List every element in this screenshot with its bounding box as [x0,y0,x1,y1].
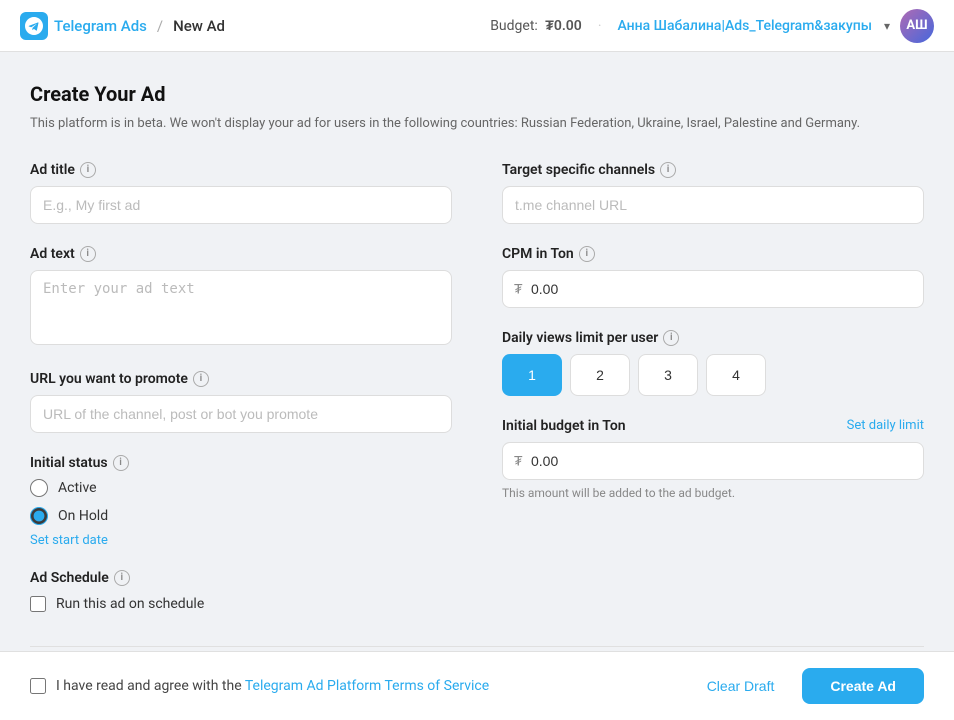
ad-text-info-icon[interactable]: i [80,246,96,262]
views-btn-4[interactable]: 4 [706,354,766,396]
initial-budget-label: Initial budget in Ton [502,418,626,434]
target-channels-info-icon[interactable]: i [660,162,676,178]
form-right-column: Target specific channels i CPM in Ton i … [502,162,924,636]
ad-schedule-group: Ad Schedule i Run this ad on schedule [30,570,452,612]
initial-budget-prefix-icon: ₮ [514,452,523,469]
cpm-input[interactable] [502,270,924,308]
user-name[interactable]: Анна Шабалина|Ads_Telegram&закупы [617,18,871,34]
target-channels-label: Target specific channels i [502,162,924,178]
form-divider [30,646,924,647]
ad-text-label: Ad text i [30,246,452,262]
status-active-item[interactable]: Active [30,479,452,497]
page-subtitle: This platform is in beta. We won't displ… [30,114,924,134]
daily-views-info-icon[interactable]: i [663,330,679,346]
cpm-input-wrapper: ₮ [502,270,924,308]
set-daily-limit-link[interactable]: Set daily limit [847,418,924,433]
schedule-label: Ad Schedule i [30,570,452,586]
cpm-group: CPM in Ton i ₮ [502,246,924,308]
footer-left: I have read and agree with the Telegram … [30,678,489,694]
ad-title-group: Ad title i [30,162,452,224]
tos-checkbox[interactable] [30,678,46,694]
initial-status-group: Initial status i Active On Hold Set star… [30,455,452,548]
status-active-radio[interactable] [30,479,48,497]
tos-link[interactable]: Telegram Ad Platform Terms of Service [245,678,489,694]
daily-views-group: Daily views limit per user i 1 2 3 4 [502,330,924,396]
ad-text-textarea[interactable] [30,270,452,345]
url-group: URL you want to promote i [30,371,452,433]
initial-budget-input-wrapper: ₮ [502,442,924,480]
views-btn-2[interactable]: 2 [570,354,630,396]
views-btn-1[interactable]: 1 [502,354,562,396]
ad-title-info-icon[interactable]: i [80,162,96,178]
target-channels-input[interactable] [502,186,924,224]
header-right: Budget: ₮0.00 · Анна Шабалина|Ads_Telegr… [490,9,934,43]
views-btn-3[interactable]: 3 [638,354,698,396]
budget-amount: ₮0.00 [545,18,582,34]
header-left: Telegram Ads / New Ad [20,12,225,40]
schedule-checkbox-item[interactable]: Run this ad on schedule [30,596,452,612]
url-input[interactable] [30,395,452,433]
footer-right: Clear Draft Create Ad [691,668,924,704]
main-content: Create Your Ad This platform is in beta.… [0,52,954,697]
cpm-info-icon[interactable]: i [579,246,595,262]
status-onhold-item[interactable]: On Hold [30,507,452,525]
cpm-label: CPM in Ton i [502,246,924,262]
initial-status-info-icon[interactable]: i [113,455,129,471]
initial-budget-group: Initial budget in Ton Set daily limit ₮ … [502,418,924,500]
budget-hint: This amount will be added to the ad budg… [502,486,924,500]
ad-title-input[interactable] [30,186,452,224]
schedule-checkbox[interactable] [30,596,46,612]
initial-status-label: Initial status i [30,455,452,471]
target-channels-group: Target specific channels i [502,162,924,224]
url-label: URL you want to promote i [30,371,452,387]
set-start-date-link[interactable]: Set start date [30,533,108,548]
avatar[interactable]: АШ [900,9,934,43]
schedule-checkbox-label: Run this ad on schedule [56,596,204,612]
cpm-prefix-icon: ₮ [514,280,523,297]
breadcrumb-ads-link[interactable]: Telegram Ads [54,17,147,35]
budget-label-row: Initial budget in Ton Set daily limit [502,418,924,434]
status-onhold-label: On Hold [58,508,108,524]
tos-text: I have read and agree with the Telegram … [56,678,489,694]
ad-title-label: Ad title i [30,162,452,178]
page-title: Create Your Ad [30,82,924,106]
form-left-column: Ad title i Ad text i URL you want to pro… [30,162,452,636]
daily-views-label: Daily views limit per user i [502,330,924,346]
chevron-down-icon[interactable]: ▾ [884,19,890,33]
ad-text-group: Ad text i [30,246,452,349]
header-separator: · [598,18,602,34]
status-active-label: Active [58,480,97,496]
radio-group: Active On Hold [30,479,452,525]
footer: I have read and agree with the Telegram … [0,651,954,720]
schedule-info-icon[interactable]: i [114,570,130,586]
create-ad-button[interactable]: Create Ad [802,668,924,704]
breadcrumb-separator: / [157,17,163,35]
status-onhold-radio[interactable] [30,507,48,525]
clear-draft-button[interactable]: Clear Draft [691,670,791,702]
breadcrumb-current: New Ad [173,17,225,35]
views-buttons: 1 2 3 4 [502,354,924,396]
form-columns: Ad title i Ad text i URL you want to pro… [30,162,924,636]
url-info-icon[interactable]: i [193,371,209,387]
header: Telegram Ads / New Ad Budget: ₮0.00 · Ан… [0,0,954,52]
budget-label: Budget: ₮0.00 [490,17,582,34]
initial-budget-input[interactable] [502,442,924,480]
telegram-logo-icon [20,12,48,40]
